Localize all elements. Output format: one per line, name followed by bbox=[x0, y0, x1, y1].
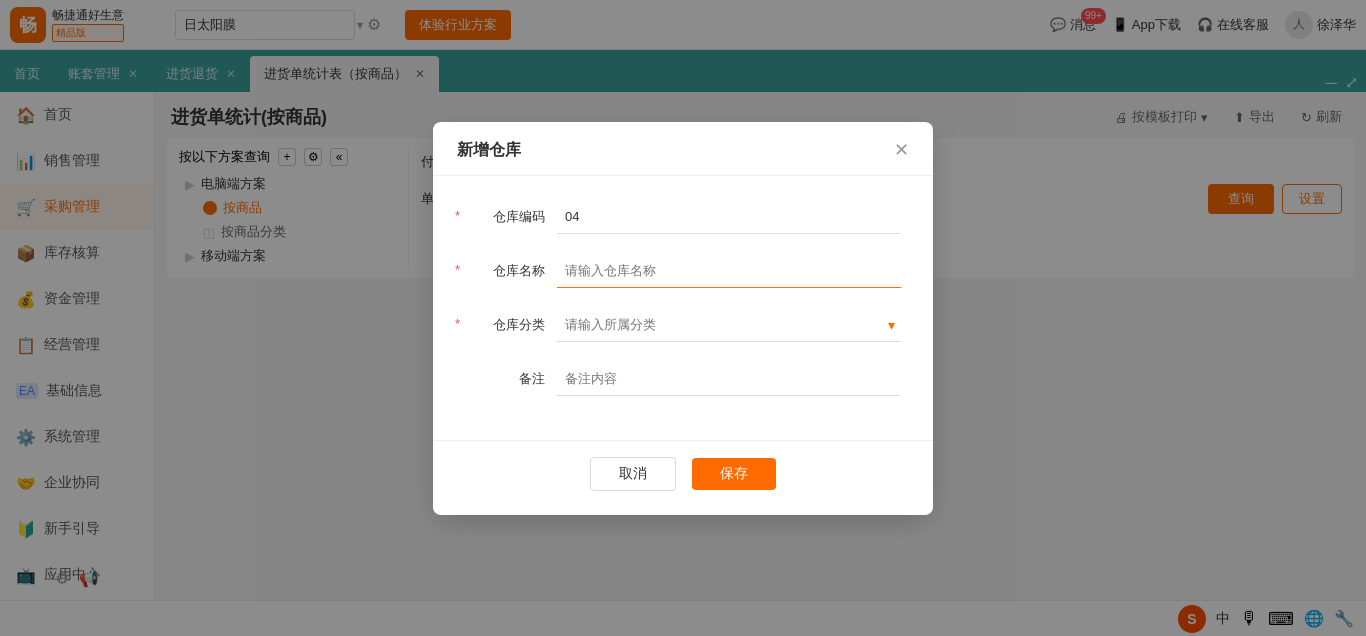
modal-title: 新增仓库 bbox=[457, 140, 521, 161]
warehouse-category-input[interactable] bbox=[557, 308, 901, 342]
category-dropdown-icon: ▾ bbox=[888, 317, 895, 333]
modal-footer: 取消 保存 bbox=[433, 440, 933, 515]
modal-close-button[interactable]: ✕ bbox=[894, 141, 909, 159]
warehouse-note-input[interactable] bbox=[557, 362, 901, 396]
form-row-name: 仓库名称 bbox=[465, 254, 901, 288]
modal-header: 新增仓库 ✕ bbox=[433, 122, 933, 176]
warehouse-category-select-wrap: ▾ bbox=[557, 308, 901, 342]
warehouse-code-label: 仓库编码 bbox=[465, 208, 545, 226]
form-row-code: 仓库编码 bbox=[465, 200, 901, 234]
warehouse-code-input[interactable] bbox=[557, 200, 901, 234]
cancel-button[interactable]: 取消 bbox=[590, 457, 676, 491]
modal-overlay: 新增仓库 ✕ 仓库编码 仓库名称 仓库分类 ▾ 备注 bbox=[0, 0, 1366, 636]
modal-body: 仓库编码 仓库名称 仓库分类 ▾ 备注 bbox=[433, 176, 933, 440]
form-row-note: 备注 bbox=[465, 362, 901, 396]
form-row-category: 仓库分类 ▾ bbox=[465, 308, 901, 342]
warehouse-note-label: 备注 bbox=[465, 370, 545, 388]
warehouse-name-label: 仓库名称 bbox=[465, 262, 545, 280]
warehouse-category-label: 仓库分类 bbox=[465, 316, 545, 334]
add-warehouse-modal: 新增仓库 ✕ 仓库编码 仓库名称 仓库分类 ▾ 备注 bbox=[433, 122, 933, 515]
save-button[interactable]: 保存 bbox=[692, 458, 776, 490]
warehouse-name-input[interactable] bbox=[557, 254, 901, 288]
